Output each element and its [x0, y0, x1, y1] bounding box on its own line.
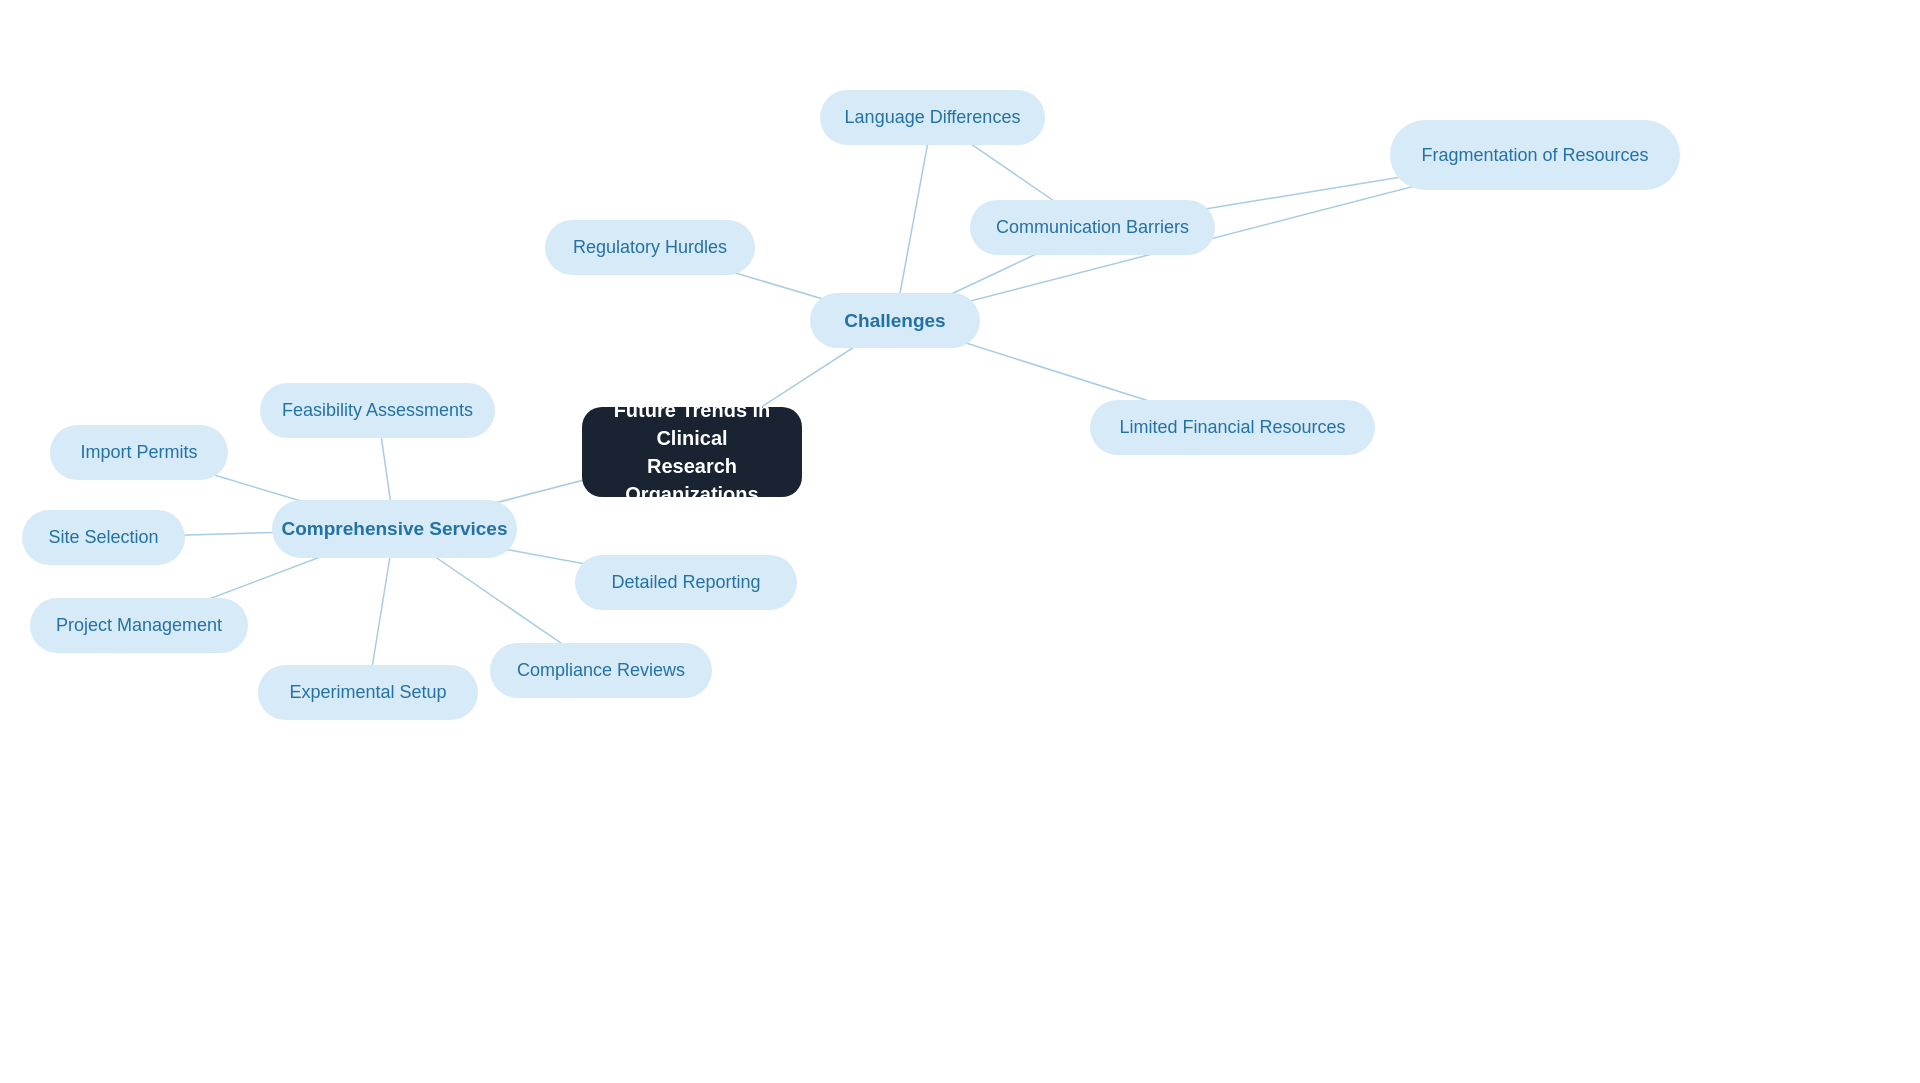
compliance-reviews-label: Compliance Reviews — [517, 660, 685, 681]
leaf-fragmentation-of-resources[interactable]: Fragmentation of Resources — [1390, 120, 1680, 190]
leaf-site-selection[interactable]: Site Selection — [22, 510, 185, 565]
comprehensive-services-label: Comprehensive Services — [282, 518, 508, 540]
leaf-language-differences[interactable]: Language Differences — [820, 90, 1045, 145]
leaf-limited-financial-resources[interactable]: Limited Financial Resources — [1090, 400, 1375, 455]
feasibility-label: Feasibility Assessments — [282, 400, 473, 421]
leaf-regulatory-hurdles[interactable]: Regulatory Hurdles — [545, 220, 755, 275]
communication-barriers-label: Communication Barriers — [996, 217, 1189, 238]
center-node[interactable]: Future Trends in Clinical Research Organ… — [582, 407, 802, 497]
regulatory-hurdles-label: Regulatory Hurdles — [573, 237, 727, 258]
detailed-reporting-label: Detailed Reporting — [611, 572, 760, 593]
center-label: Future Trends in Clinical Research Organ… — [610, 396, 774, 508]
limited-financial-label: Limited Financial Resources — [1119, 417, 1345, 438]
leaf-feasibility-assessments[interactable]: Feasibility Assessments — [260, 383, 495, 438]
svg-line-2 — [895, 118, 933, 321]
branch-comprehensive-services[interactable]: Comprehensive Services — [272, 500, 517, 558]
branch-challenges[interactable]: Challenges — [810, 293, 980, 348]
project-management-label: Project Management — [56, 615, 222, 636]
site-selection-label: Site Selection — [48, 527, 158, 548]
experimental-setup-label: Experimental Setup — [289, 682, 446, 703]
language-differences-label: Language Differences — [845, 107, 1021, 128]
leaf-import-permits[interactable]: Import Permits — [50, 425, 228, 480]
mindmap-container: Future Trends in Clinical Research Organ… — [0, 0, 1920, 1083]
leaf-detailed-reporting[interactable]: Detailed Reporting — [575, 555, 797, 610]
import-permits-label: Import Permits — [80, 442, 197, 463]
fragmentation-label: Fragmentation of Resources — [1421, 145, 1648, 166]
challenges-label: Challenges — [844, 310, 945, 332]
leaf-experimental-setup[interactable]: Experimental Setup — [258, 665, 478, 720]
leaf-compliance-reviews[interactable]: Compliance Reviews — [490, 643, 712, 698]
leaf-communication-barriers[interactable]: Communication Barriers — [970, 200, 1215, 255]
leaf-project-management[interactable]: Project Management — [30, 598, 248, 653]
